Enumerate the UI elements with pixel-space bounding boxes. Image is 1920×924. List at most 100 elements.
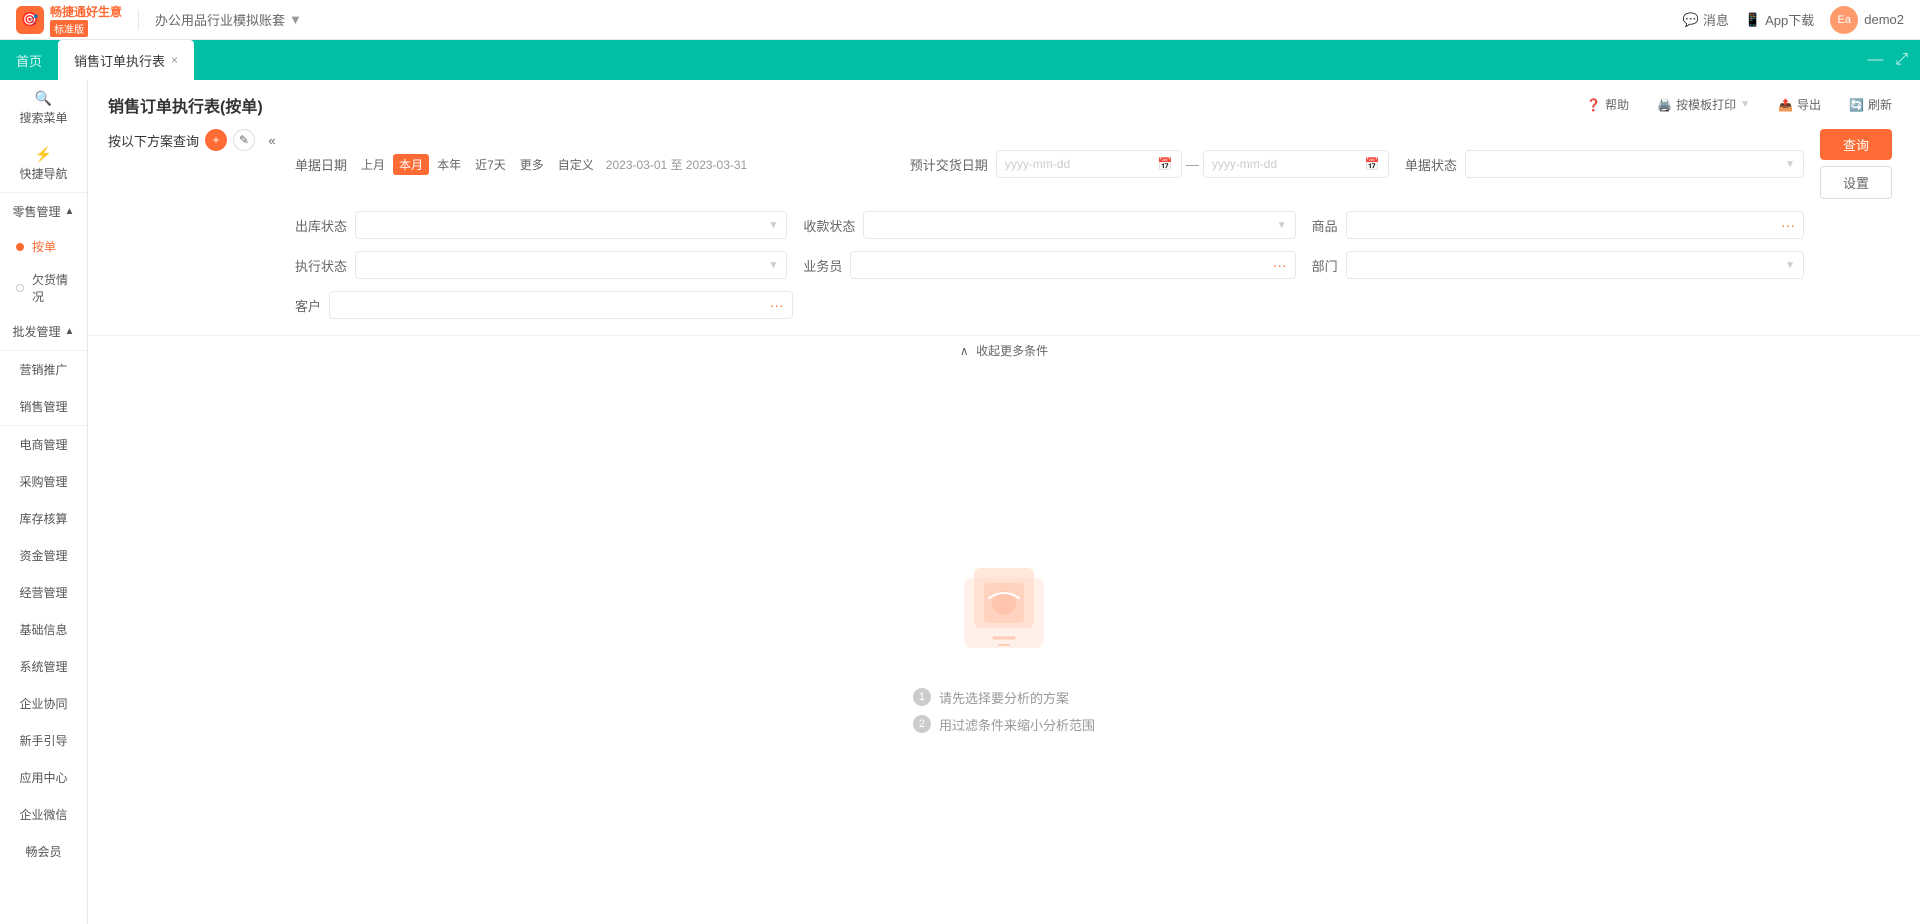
top-bar-right: 💬 消息 📱 App下载 Ea demo2 <box>1683 6 1904 34</box>
edit-scheme-button[interactable]: ✎ <box>233 129 255 151</box>
sidebar-item-newbie[interactable]: 新手引导 <box>0 722 87 759</box>
tab-home[interactable]: 首页 <box>0 40 58 80</box>
customer-more-button[interactable]: ··· <box>770 297 784 313</box>
sidebar-quick-nav[interactable]: ⚡ 快捷导航 <box>0 136 87 192</box>
sidebar-item-enterprise[interactable]: 企业协同 <box>0 685 87 722</box>
sidebar-sub-credit[interactable]: 欠货情况 <box>0 263 87 313</box>
goods-field: 商品 ··· <box>1312 211 1804 239</box>
date-tab-current-year[interactable]: 本年 <box>431 154 467 175</box>
sidebar-item-basic[interactable]: 基础信息 <box>0 611 87 648</box>
page-title: 销售订单执行表(按单) <box>108 93 263 117</box>
sidebar-item-retail[interactable]: 零售管理 ▲ <box>0 193 87 230</box>
setting-button[interactable]: 设置 <box>1820 166 1892 199</box>
filter-scheme-row: 按以下方案查询 + ✎ « 单据日期 上月 <box>108 129 1900 323</box>
search-icon: 🔍 <box>35 90 52 107</box>
goods-input[interactable]: ··· <box>1346 211 1804 239</box>
sidebar-item-ecommerce[interactable]: 电商管理 <box>0 426 87 463</box>
sidebar-item-inventory[interactable]: 库存核算 <box>0 500 87 537</box>
dept-dropdown[interactable]: ▼ <box>1346 251 1804 279</box>
sidebar-item-wholesale[interactable]: 批发管理 ▲ <box>0 313 87 350</box>
maximize-button[interactable]: ⤢ <box>1895 51 1908 69</box>
main-layout: 🔍 搜索菜单 ⚡ 快捷导航 零售管理 ▲ 按单 欠货情况 批发管理 ▲ 营 <box>0 80 1920 924</box>
expected-date-field: 预计交货日期 yyyy-mm-dd 📅 — yyyy-mm-dd 📅 <box>910 150 1389 178</box>
message-button[interactable]: 💬 消息 <box>1683 10 1729 29</box>
logo-text: 畅捷通好生意 标准版 <box>50 3 122 37</box>
status-dropdown-arrow: ▼ <box>1785 159 1795 170</box>
date-tab-prev-month[interactable]: 上月 <box>355 154 391 175</box>
user-menu[interactable]: Ea demo2 <box>1830 6 1904 34</box>
tab-sales-order[interactable]: 销售订单执行表 × <box>58 40 194 80</box>
sidebar-item-sales[interactable]: 销售管理 <box>0 388 87 425</box>
calendar-icon-2: 📅 <box>1365 157 1380 171</box>
message-icon: 💬 <box>1683 12 1699 28</box>
step-num-1: 1 <box>913 688 931 706</box>
print-button[interactable]: 🖨️ 按模板打印 ▼ <box>1649 92 1758 117</box>
sidebar-item-wechat[interactable]: 企业微信 <box>0 796 87 833</box>
salesperson-label: 业务员 <box>803 256 842 275</box>
date-label: 单据日期 <box>295 155 347 174</box>
tab-close-button[interactable]: × <box>171 53 178 67</box>
collection-status-dropdown[interactable]: ▼ <box>863 211 1295 239</box>
empty-step-2: 2 用过滤条件来缩小分析范围 <box>913 715 1095 734</box>
sidebar-item-vip[interactable]: 畅会员 <box>0 833 87 870</box>
empty-state: 1 请先选择要分析的方案 2 用过滤条件来缩小分析范围 <box>88 365 1920 924</box>
sidebar-item-purchase[interactable]: 采购管理 <box>0 463 87 500</box>
collapse-more-bar[interactable]: ∧ 收起更多条件 <box>88 335 1920 365</box>
customer-input[interactable]: ··· <box>329 291 793 319</box>
add-scheme-button[interactable]: + <box>205 129 227 151</box>
doc-status-field: 单据状态 ▼ <box>1405 150 1804 178</box>
minimize-button[interactable]: — <box>1867 51 1883 69</box>
sidebar-item-finance[interactable]: 资金管理 <box>0 537 87 574</box>
help-button[interactable]: ❓ 帮助 <box>1578 92 1637 117</box>
app-download-button[interactable]: 📱 App下载 <box>1745 10 1814 29</box>
user-avatar: Ea <box>1830 6 1858 34</box>
out-status-dropdown[interactable]: ▼ <box>355 211 787 239</box>
salesperson-more-button[interactable]: ··· <box>1273 257 1287 273</box>
dropdown-icon[interactable]: ▼ <box>289 12 302 27</box>
date-tab-more[interactable]: 更多 <box>514 154 550 175</box>
sidebar-item-marketing[interactable]: 营销推广 <box>0 351 87 388</box>
sidebar-item-system[interactable]: 系统管理 <box>0 648 87 685</box>
refresh-icon: 🔄 <box>1849 98 1864 112</box>
export-icon: 📤 <box>1778 98 1793 112</box>
sidebar-item-operations[interactable]: 经营管理 <box>0 574 87 611</box>
collection-status-label: 收款状态 <box>803 216 855 235</box>
filter-scheme-section: 按以下方案查询 + ✎ « <box>108 129 283 151</box>
exec-status-label: 执行状态 <box>295 256 347 275</box>
sidebar-search[interactable]: 🔍 搜索菜单 <box>0 80 87 136</box>
sidebar-sub-order[interactable]: 按单 <box>0 230 87 263</box>
empty-illustration <box>944 548 1064 668</box>
export-button[interactable]: 📤 导出 <box>1770 92 1829 117</box>
date-field: 单据日期 上月 本月 本年 近7天 更多 自定义 2023-03-01 至 20… <box>295 154 894 175</box>
date-tab-current-month[interactable]: 本月 <box>393 154 429 175</box>
collapse-scheme-button[interactable]: « <box>261 129 283 151</box>
filter-row-1: 单据日期 上月 本月 本年 近7天 更多 自定义 2023-03-01 至 20… <box>295 129 1900 199</box>
salesperson-input[interactable]: ··· <box>850 251 1295 279</box>
date-tab-custom[interactable]: 自定义 <box>552 154 600 175</box>
query-button[interactable]: 查询 <box>1820 129 1892 160</box>
sidebar: 🔍 搜索菜单 ⚡ 快捷导航 零售管理 ▲ 按单 欠货情况 批发管理 ▲ 营 <box>0 80 88 924</box>
expected-date-range: yyyy-mm-dd 📅 — yyyy-mm-dd 📅 <box>996 150 1389 178</box>
page-actions: ❓ 帮助 🖨️ 按模板打印 ▼ 📤 导出 🔄 刷新 <box>1578 92 1900 117</box>
expected-date-start[interactable]: yyyy-mm-dd 📅 <box>996 150 1182 178</box>
filter-fields-section: 单据日期 上月 本月 本年 近7天 更多 自定义 2023-03-01 至 20… <box>295 129 1900 323</box>
scheme-label: 按以下方案查询 <box>108 131 199 150</box>
sidebar-item-appstore[interactable]: 应用中心 <box>0 759 87 796</box>
exec-status-dropdown[interactable]: ▼ <box>355 251 787 279</box>
date-tab-7days[interactable]: 近7天 <box>469 154 512 175</box>
collapse-more-icon: ∧ <box>960 344 969 358</box>
expected-date-end[interactable]: yyyy-mm-dd 📅 <box>1203 150 1389 178</box>
print-dropdown-icon[interactable]: ▼ <box>1740 99 1750 110</box>
filter-panel: 按以下方案查询 + ✎ « 单据日期 上月 <box>88 117 1920 335</box>
active-dot <box>16 243 24 251</box>
doc-status-dropdown[interactable]: ▼ <box>1465 150 1804 178</box>
collection-status-field: 收款状态 ▼ <box>803 211 1295 239</box>
help-icon: ❓ <box>1586 98 1601 112</box>
dept-label: 部门 <box>1312 256 1338 275</box>
out-status-label: 出库状态 <box>295 216 347 235</box>
window-controls: — ⤢ <box>1867 51 1920 69</box>
logo-icon: 🎯 <box>16 6 44 34</box>
goods-more-button[interactable]: ··· <box>1781 217 1795 233</box>
refresh-button[interactable]: 🔄 刷新 <box>1841 92 1900 117</box>
filter-row-2: 出库状态 ▼ 收款状态 ▼ <box>295 211 1900 239</box>
